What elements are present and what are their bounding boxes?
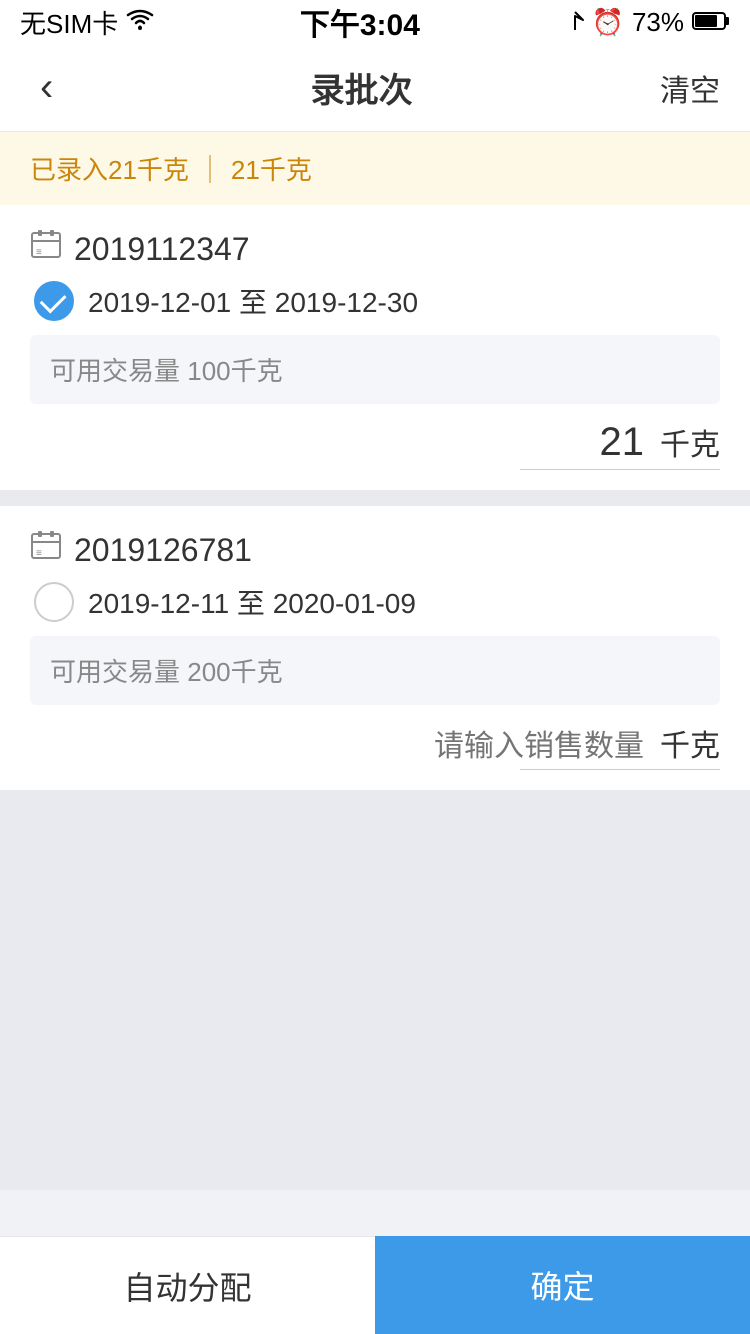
batch-1-radio[interactable] — [34, 281, 74, 321]
batch-2-input-row[interactable]: 千克 — [0, 705, 750, 770]
batch-2-id: 2019126781 — [74, 532, 252, 569]
batch-2-input-wrap: 千克 — [258, 721, 720, 770]
batch-2-radio[interactable] — [34, 582, 74, 622]
batch-1-amount-value: 21 — [600, 420, 645, 465]
battery-percent: 73% — [632, 7, 684, 38]
spacer-2 — [0, 770, 750, 790]
bottom-bar: 自动分配 确定 — [0, 1236, 750, 1334]
carrier-text: 无SIM卡 — [20, 4, 118, 41]
status-right: ⏰ 73% — [566, 7, 730, 38]
back-button[interactable]: ‹ — [30, 55, 63, 120]
batch-2-available: 可用交易量 200千克 — [30, 636, 720, 705]
auto-distribute-button[interactable]: 自动分配 — [0, 1236, 375, 1334]
section-divider — [0, 490, 750, 506]
batch-1-icon: ≡ — [30, 229, 62, 269]
svg-text:≡: ≡ — [36, 548, 42, 559]
status-time: 下午3:04 — [300, 0, 420, 44]
batch-2-date: 2019-12-11 至 2020-01-09 — [88, 582, 416, 622]
empty-area — [0, 790, 750, 1190]
batch-1-date-row[interactable]: 2019-12-01 至 2019-12-30 — [30, 281, 720, 321]
status-left: 无SIM卡 — [20, 4, 154, 41]
batch-card-1: ≡ 2019112347 2019-12-01 至 2019-12-30 可用交… — [0, 205, 750, 404]
batch-1-header: ≡ 2019112347 — [30, 229, 720, 269]
location-icon — [566, 7, 584, 38]
batch-1-amount-wrap: 21 千克 — [520, 420, 720, 470]
recorded-value: 21千克 — [231, 150, 312, 187]
alarm-icon: ⏰ — [592, 7, 624, 38]
batch-1-available-text: 可用交易量 100千克 — [50, 356, 283, 386]
page-title: 录批次 — [311, 63, 413, 112]
wifi-icon — [126, 7, 154, 38]
batch-1-date: 2019-12-01 至 2019-12-30 — [88, 281, 418, 321]
clear-button[interactable]: 清空 — [660, 66, 720, 110]
svg-text:≡: ≡ — [36, 247, 42, 258]
spacer-1 — [0, 470, 750, 490]
batch-2-unit: 千克 — [660, 721, 720, 765]
banner-divider — [209, 155, 211, 183]
batch-1-amount-row: 21 千克 — [0, 404, 750, 470]
batch-1-id: 2019112347 — [74, 231, 250, 268]
batch-2-header: ≡ 2019126781 — [30, 530, 720, 570]
batch-2-underline — [520, 769, 720, 770]
info-banner: 已录入21千克 21千克 — [0, 132, 750, 205]
batch-1-amount-unit: 千克 — [660, 420, 720, 464]
confirm-button[interactable]: 确定 — [375, 1236, 750, 1334]
batch-1-underline — [520, 469, 720, 470]
batch-2-available-text: 可用交易量 200千克 — [50, 657, 283, 687]
battery-icon — [692, 7, 730, 38]
status-bar: 无SIM卡 下午3:04 ⏰ 73% — [0, 0, 750, 44]
recorded-label: 已录入21千克 — [30, 150, 189, 187]
nav-bar: ‹ 录批次 清空 — [0, 44, 750, 132]
batch-card-2: ≡ 2019126781 2019-12-11 至 2020-01-09 可用交… — [0, 506, 750, 705]
batch-2-date-row[interactable]: 2019-12-11 至 2020-01-09 — [30, 582, 720, 622]
batch-2-quantity-input[interactable] — [258, 730, 644, 764]
batch-2-icon: ≡ — [30, 530, 62, 570]
batch-1-available: 可用交易量 100千克 — [30, 335, 720, 404]
